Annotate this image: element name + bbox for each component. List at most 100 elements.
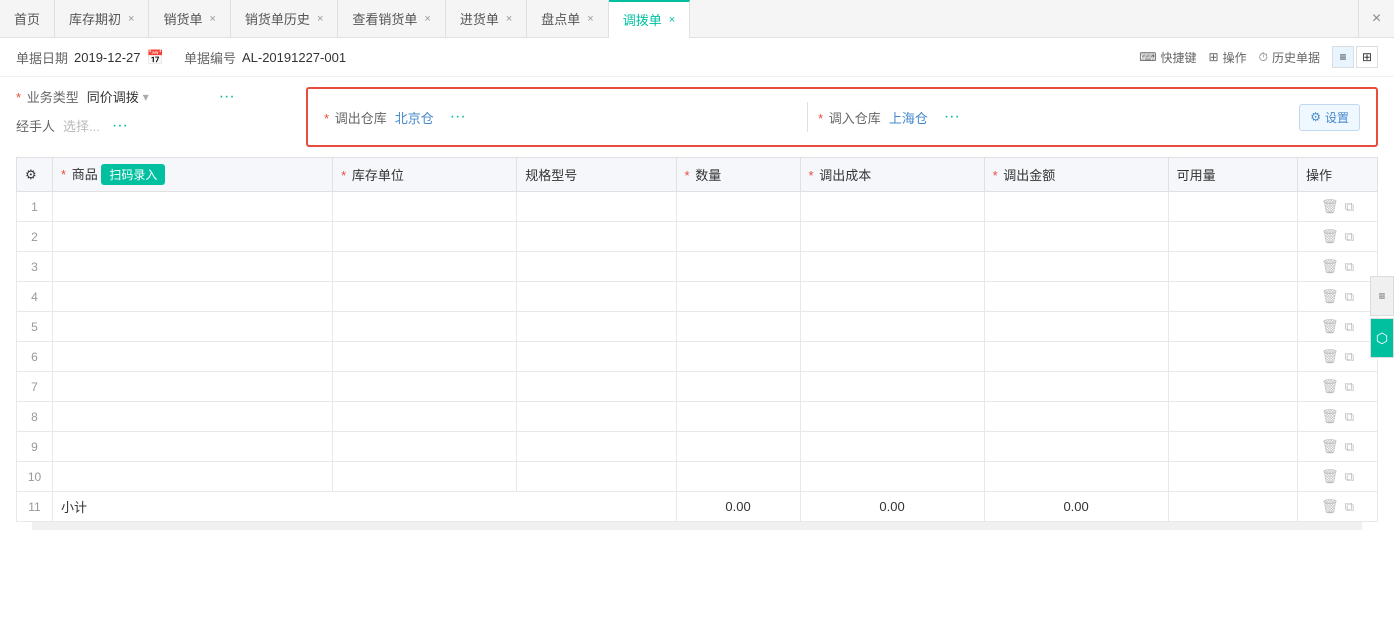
cell-unit[interactable] — [333, 372, 517, 402]
copy-icon[interactable]: ⧉ — [1345, 349, 1354, 365]
tab-view-sales[interactable]: 查看销货单 × — [338, 0, 445, 38]
cell-spec[interactable] — [517, 372, 676, 402]
cell-unit[interactable] — [333, 312, 517, 342]
cell-transfer-amount[interactable] — [984, 312, 1168, 342]
in-warehouse-more[interactable]: ··· — [944, 108, 960, 126]
copy-icon[interactable]: ⧉ — [1345, 469, 1354, 485]
th-settings[interactable]: ⚙ — [17, 158, 53, 192]
cell-spec[interactable] — [517, 222, 676, 252]
cell-quantity[interactable] — [676, 312, 800, 342]
horizontal-scrollbar[interactable] — [32, 522, 1362, 530]
tab-home[interactable]: 首页 — [0, 0, 55, 38]
delete-icon[interactable]: 🗑 — [1321, 348, 1339, 365]
more-icon[interactable]: ··· — [219, 88, 235, 106]
delete-icon[interactable]: 🗑 — [1321, 378, 1339, 395]
cell-quantity[interactable] — [676, 402, 800, 432]
table-scroll-area[interactable]: ⚙ * 商品 扫码录入 * 库存单位 规格型号 * 数量 — [16, 157, 1378, 522]
cell-product[interactable] — [53, 282, 333, 312]
copy-icon[interactable]: ⧉ — [1345, 439, 1354, 455]
shortcut-action[interactable]: ⌨ 快捷键 — [1139, 49, 1196, 66]
copy-icon[interactable]: ⧉ — [1345, 499, 1354, 515]
cell-product[interactable] — [53, 402, 333, 432]
cell-available[interactable] — [1168, 402, 1297, 432]
cell-quantity[interactable] — [676, 462, 800, 492]
copy-icon[interactable]: ⧉ — [1345, 199, 1354, 215]
cell-quantity[interactable] — [676, 432, 800, 462]
cell-transfer-amount[interactable] — [984, 462, 1168, 492]
float-external-btn[interactable]: ⬡ — [1370, 318, 1394, 358]
delete-icon[interactable]: 🗑 — [1321, 198, 1339, 215]
cell-product[interactable] — [53, 312, 333, 342]
window-close-button[interactable]: × — [1358, 0, 1394, 38]
delete-icon[interactable]: 🗑 — [1321, 228, 1339, 245]
delete-icon[interactable]: 🗑 — [1321, 288, 1339, 305]
cell-quantity[interactable] — [676, 282, 800, 312]
business-type-dropdown[interactable]: 同价调拨 ▾ — [87, 87, 207, 106]
tab-transfer[interactable]: 调拨单 × — [609, 0, 690, 38]
cell-unit[interactable] — [333, 252, 517, 282]
close-icon[interactable]: × — [209, 13, 215, 25]
cell-quantity[interactable] — [676, 372, 800, 402]
cell-product[interactable] — [53, 372, 333, 402]
setting-button[interactable]: ⚙ 设置 — [1299, 104, 1360, 131]
cell-spec[interactable] — [517, 462, 676, 492]
cell-available[interactable] — [1168, 432, 1297, 462]
cell-quantity[interactable] — [676, 222, 800, 252]
cell-available[interactable] — [1168, 252, 1297, 282]
tab-sales-history[interactable]: 销货单历史 × — [231, 0, 338, 38]
delete-icon[interactable]: 🗑 — [1321, 258, 1339, 275]
cell-quantity[interactable] — [676, 342, 800, 372]
cell-unit[interactable] — [333, 432, 517, 462]
copy-icon[interactable]: ⧉ — [1345, 289, 1354, 305]
copy-icon[interactable]: ⧉ — [1345, 229, 1354, 245]
copy-icon[interactable]: ⧉ — [1345, 319, 1354, 335]
cell-product[interactable] — [53, 342, 333, 372]
close-icon[interactable]: × — [424, 13, 430, 25]
cell-quantity[interactable] — [676, 192, 800, 222]
delete-icon[interactable]: 🗑 — [1321, 438, 1339, 455]
cell-transfer-amount[interactable] — [984, 372, 1168, 402]
close-icon[interactable]: × — [317, 13, 323, 25]
cell-spec[interactable] — [517, 402, 676, 432]
cell-transfer-cost[interactable] — [800, 312, 984, 342]
cell-quantity[interactable] — [676, 252, 800, 282]
cell-transfer-amount[interactable] — [984, 282, 1168, 312]
cell-available[interactable] — [1168, 342, 1297, 372]
copy-icon[interactable]: ⧉ — [1345, 259, 1354, 275]
delete-icon[interactable]: 🗑 — [1321, 318, 1339, 335]
cell-available[interactable] — [1168, 312, 1297, 342]
copy-icon[interactable]: ⧉ — [1345, 409, 1354, 425]
close-icon[interactable]: × — [128, 13, 134, 25]
operation-action[interactable]: ⊞ 操作 — [1209, 49, 1247, 66]
cell-spec[interactable] — [517, 342, 676, 372]
delete-icon[interactable]: 🗑 — [1321, 468, 1339, 485]
cell-available[interactable] — [1168, 222, 1297, 252]
cell-transfer-amount[interactable] — [984, 252, 1168, 282]
out-warehouse-more[interactable]: ··· — [450, 108, 466, 126]
cell-transfer-cost[interactable] — [800, 282, 984, 312]
cell-transfer-cost[interactable] — [800, 462, 984, 492]
cell-unit[interactable] — [333, 222, 517, 252]
cell-spec[interactable] — [517, 192, 676, 222]
cell-spec[interactable] — [517, 282, 676, 312]
cell-spec[interactable] — [517, 252, 676, 282]
handler-placeholder[interactable]: 选择... — [63, 116, 100, 135]
cell-transfer-cost[interactable] — [800, 372, 984, 402]
cell-transfer-amount[interactable] — [984, 432, 1168, 462]
cell-spec[interactable] — [517, 312, 676, 342]
cell-transfer-amount[interactable] — [984, 342, 1168, 372]
copy-icon[interactable]: ⧉ — [1345, 379, 1354, 395]
cell-transfer-cost[interactable] — [800, 432, 984, 462]
cell-available[interactable] — [1168, 192, 1297, 222]
cell-available[interactable] — [1168, 462, 1297, 492]
cell-unit[interactable] — [333, 402, 517, 432]
delete-icon[interactable]: 🗑 — [1321, 408, 1339, 425]
close-icon[interactable]: × — [506, 13, 512, 25]
cell-product[interactable] — [53, 252, 333, 282]
cell-unit[interactable] — [333, 192, 517, 222]
cell-product[interactable] — [53, 222, 333, 252]
tab-purchase[interactable]: 进货单 × — [446, 0, 527, 38]
cell-transfer-cost[interactable] — [800, 342, 984, 372]
tab-inventory-init[interactable]: 库存期初 × — [55, 0, 149, 38]
cell-transfer-cost[interactable] — [800, 402, 984, 432]
